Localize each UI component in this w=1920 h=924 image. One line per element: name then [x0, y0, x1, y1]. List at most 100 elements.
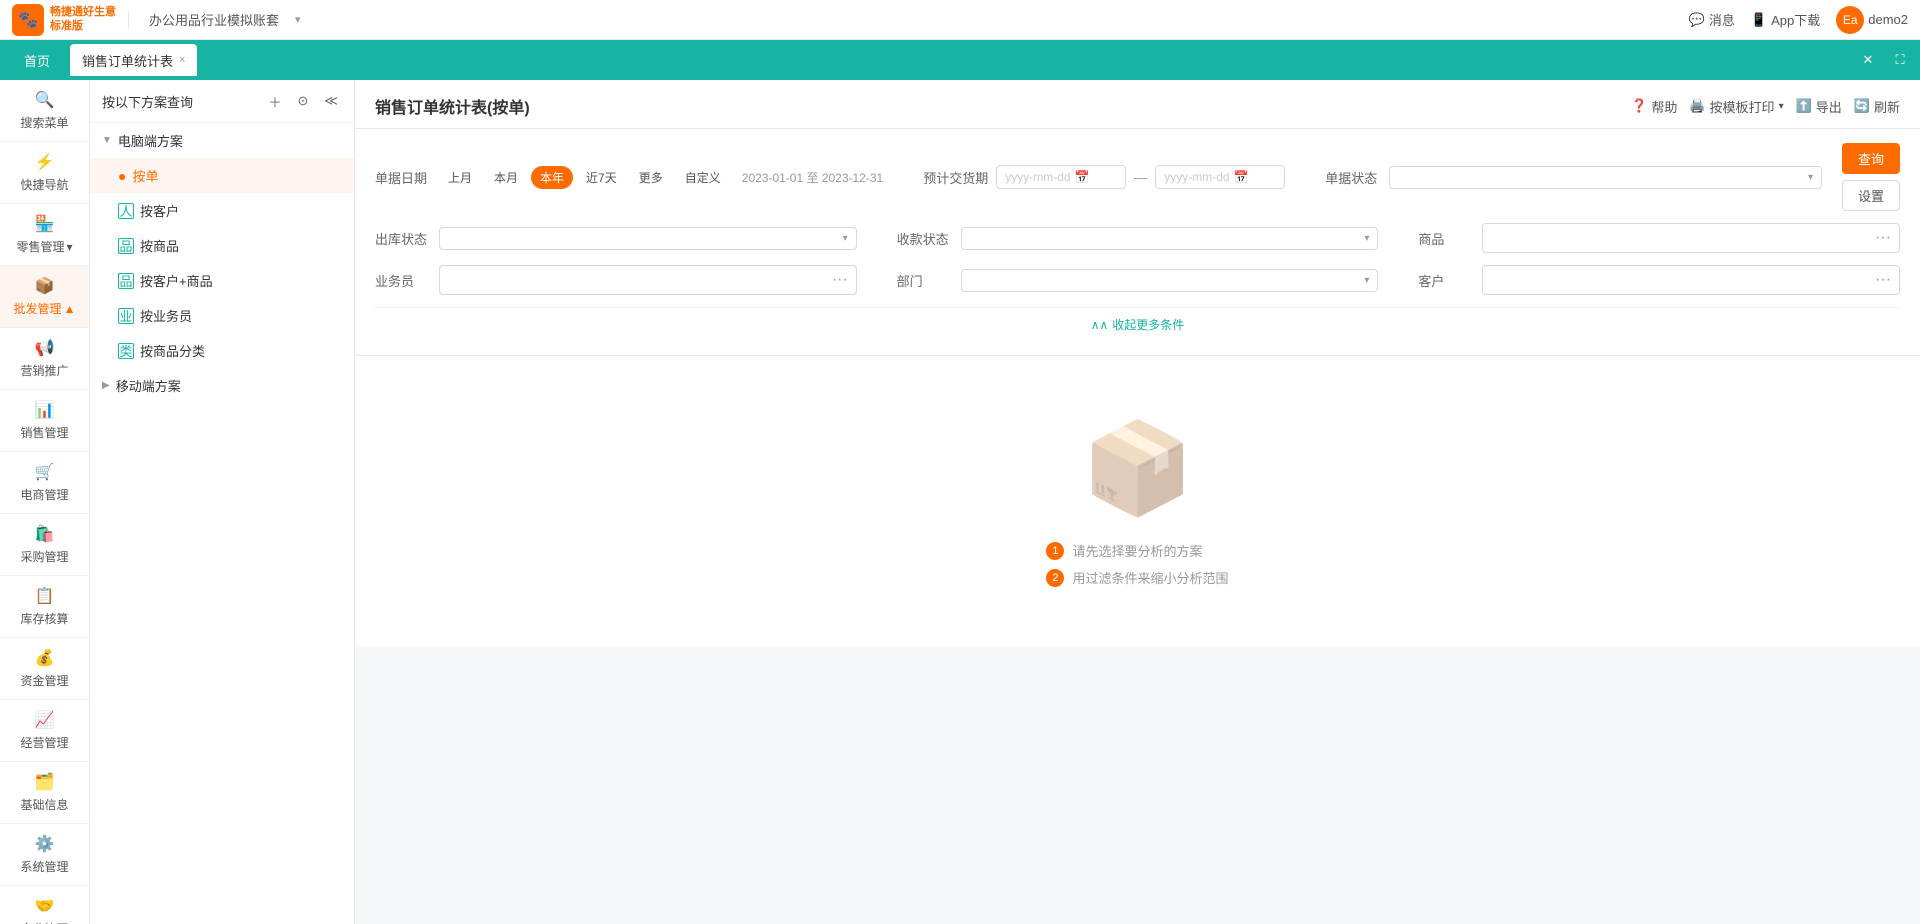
filter-row-3: 业务员 ··· 部门 ▾ 客户 — [375, 265, 1900, 295]
tree-item-by-category[interactable]: 类 按商品分类 — [90, 333, 354, 368]
tree-item-by-customer-product[interactable]: 品 按客户+商品 — [90, 263, 354, 298]
sidebar-item-sales[interactable]: 📊 销售管理 — [0, 390, 89, 452]
refresh-btn[interactable]: 🔄 刷新 — [1854, 97, 1900, 116]
sidebar-item-operations[interactable]: 📈 经营管理 — [0, 700, 89, 762]
tree-section-mobile[interactable]: ▶ 移动端方案 — [90, 368, 354, 403]
sidebar-item-retail-label: 零售管理 — [16, 238, 64, 255]
filter-expected-date: 预计交货期 yyyy-mm-dd 📅 — yyyy-mm-dd 📅 — [923, 165, 1285, 189]
sidebar-item-ecommerce[interactable]: 🛒 电商管理 — [0, 452, 89, 514]
collapse-btn-label: 收起更多条件 — [1112, 316, 1184, 333]
product-input[interactable]: ··· — [1482, 223, 1900, 253]
date-tab-this-month[interactable]: 本月 — [485, 166, 527, 189]
customer-ellipsis-icon[interactable]: ··· — [1875, 271, 1891, 289]
tab-close-icon[interactable]: × — [179, 54, 185, 66]
settings-btn[interactable]: 设置 — [1842, 180, 1900, 211]
expected-date-from-input[interactable]: yyyy-mm-dd 📅 — [996, 165, 1126, 189]
bill-status-select[interactable]: ▾ — [1389, 166, 1822, 189]
product-ellipsis-icon[interactable]: ··· — [1875, 229, 1891, 247]
app-download-btn[interactable]: 📱 App下载 — [1751, 10, 1820, 29]
bill-status-arrow-icon: ▾ — [1808, 172, 1813, 183]
collapse-panel-btn[interactable]: ≪ — [320, 90, 342, 112]
export-icon: ⬆️ — [1796, 98, 1812, 114]
date-tab-more[interactable]: 更多 — [630, 166, 672, 189]
title-arrow-icon[interactable]: ▾ — [295, 13, 301, 26]
sidebar-item-enterprise[interactable]: 🤝 企业协同 — [0, 886, 89, 924]
user-area[interactable]: Ea demo2 — [1836, 6, 1908, 34]
sidebar-item-base-info[interactable]: 🗂️ 基础信息 — [0, 762, 89, 824]
sidebar-item-marketing[interactable]: 📢 营销推广 — [0, 328, 89, 390]
refresh-icon: 🔄 — [1854, 98, 1870, 114]
left-panel-title: 按以下方案查询 — [102, 92, 193, 111]
collapse-bar: ∧∧ 收起更多条件 — [375, 307, 1900, 341]
ecommerce-icon: 🛒 — [35, 462, 55, 482]
user-name: demo2 — [1868, 12, 1908, 27]
sidebar-item-quick-nav[interactable]: ⚡ 快捷导航 — [0, 142, 89, 204]
tree-item-by-salesperson[interactable]: 业 按业务员 — [90, 298, 354, 333]
left-panel: 按以下方案查询 ＋ ⊙ ≪ ▼ 电脑端方案 ● 按单 人 按客户 — [90, 80, 355, 924]
print-label: 按模板打印 — [1710, 97, 1775, 116]
expected-date-to-input[interactable]: yyyy-mm-dd 📅 — [1155, 165, 1285, 189]
salesperson-input[interactable]: ··· — [439, 265, 857, 295]
empty-state: 📦 1 请先选择要分析的方案 2 用过滤条件来缩小分析范围 — [355, 356, 1920, 647]
top-bar: 🐾 畅捷通好生意 标准版 办公用品行业模拟账套 ▾ 💬 消息 📱 App下载 E… — [0, 0, 1920, 40]
sidebar-item-sales-label: 销售管理 — [20, 424, 68, 441]
ship-status-arrow-icon: ▾ — [843, 233, 848, 244]
maximize-icon: ⛶ — [1895, 52, 1904, 68]
customer-input[interactable]: ··· — [1482, 265, 1900, 295]
tab-sales-order[interactable]: 销售订单统计表 × — [70, 44, 197, 76]
filter-date: 单据日期 上月 本月 本年 近7天 更多 自定义 2023-01-01 至 20… — [375, 166, 883, 189]
filter-bill-status: 单据状态 ▾ — [1325, 166, 1822, 189]
tree-item-by-salesperson-label: 按业务员 — [140, 306, 192, 325]
ship-status-select[interactable]: ▾ — [439, 227, 857, 250]
filter-row-1: 单据日期 上月 本月 本年 近7天 更多 自定义 2023-01-01 至 20… — [375, 143, 1900, 211]
department-select[interactable]: ▾ — [961, 269, 1379, 292]
tab-bar: 首页 销售订单统计表 × ✕ ⛶ — [0, 40, 1920, 80]
sidebar-item-wholesale[interactable]: 📦 批发管理 ▲ — [0, 266, 89, 328]
date-separator: — — [1134, 170, 1147, 185]
refresh-label: 刷新 — [1874, 97, 1900, 116]
sidebar-item-system[interactable]: ⚙️ 系统管理 — [0, 824, 89, 886]
message-btn[interactable]: 💬 消息 — [1689, 10, 1735, 29]
tree-item-by-customer[interactable]: 人 按客户 — [90, 193, 354, 228]
close-window-btn[interactable]: ✕ — [1856, 48, 1880, 72]
salesperson-ellipsis-icon[interactable]: ··· — [832, 271, 848, 289]
tree-item-by-product-label: 按商品 — [140, 236, 179, 255]
query-btn[interactable]: 查询 — [1842, 143, 1900, 174]
sidebar-item-retail[interactable]: 🏪 零售管理 ▾ — [0, 204, 89, 266]
collapse-btn[interactable]: ∧∧ 收起更多条件 — [1091, 316, 1185, 333]
date-tab-last-7days[interactable]: 近7天 — [577, 166, 626, 189]
add-scheme-btn[interactable]: ＋ — [264, 90, 286, 112]
settings-scheme-btn[interactable]: ⊙ — [292, 90, 314, 112]
sidebar-item-search-menu[interactable]: 🔍 搜索菜单 — [0, 80, 89, 142]
filter-product: 商品 ··· — [1418, 223, 1900, 253]
empty-tip-2: 2 用过滤条件来缩小分析范围 — [1046, 568, 1228, 587]
export-btn[interactable]: ⬆️ 导出 — [1796, 97, 1842, 116]
tree-item-by-customer-product-label: 按客户+商品 — [140, 271, 213, 290]
sidebar-item-finance[interactable]: 💰 资金管理 — [0, 638, 89, 700]
content-area: 按以下方案查询 ＋ ⊙ ≪ ▼ 电脑端方案 ● 按单 人 按客户 — [90, 80, 1920, 924]
tree-section-pc[interactable]: ▼ 电脑端方案 — [90, 123, 354, 158]
base-info-icon: 🗂️ — [35, 772, 55, 792]
date-tab-this-year[interactable]: 本年 — [531, 166, 573, 189]
sidebar-item-inventory[interactable]: 📋 库存核算 — [0, 576, 89, 638]
date-tab-last-month[interactable]: 上月 — [439, 166, 481, 189]
filter-ship-status: 出库状态 ▾ — [375, 227, 857, 250]
system-icon: ⚙️ — [35, 834, 55, 854]
receipt-status-select[interactable]: ▾ — [961, 227, 1379, 250]
tree-item-by-product[interactable]: 品 按商品 — [90, 228, 354, 263]
help-btn[interactable]: ❓ 帮助 — [1631, 97, 1677, 116]
sidebar-item-purchase[interactable]: 🛍️ 采购管理 — [0, 514, 89, 576]
tab-actions: ✕ ⛶ — [1856, 48, 1912, 72]
app-download-label: App下载 — [1771, 10, 1820, 29]
header-actions: ❓ 帮助 🖨️ 按模板打印 ▾ ⬆️ 导出 🔄 刷新 — [1631, 97, 1900, 116]
date-tab-custom[interactable]: 自定义 — [676, 166, 730, 189]
marketing-icon: 📢 — [35, 338, 55, 358]
print-btn[interactable]: 🖨️ 按模板打印 ▾ — [1689, 97, 1783, 116]
tree-item-by-order-label: 按单 — [132, 166, 158, 185]
tab-home[interactable]: 首页 — [8, 40, 66, 80]
app-title[interactable]: 办公用品行业模拟账套 — [141, 10, 287, 29]
salesperson-label: 业务员 — [375, 271, 431, 290]
maximize-btn[interactable]: ⛶ — [1888, 48, 1912, 72]
date-to-calendar-icon: 📅 — [1234, 170, 1249, 184]
tree-item-by-order[interactable]: ● 按单 — [90, 158, 354, 193]
